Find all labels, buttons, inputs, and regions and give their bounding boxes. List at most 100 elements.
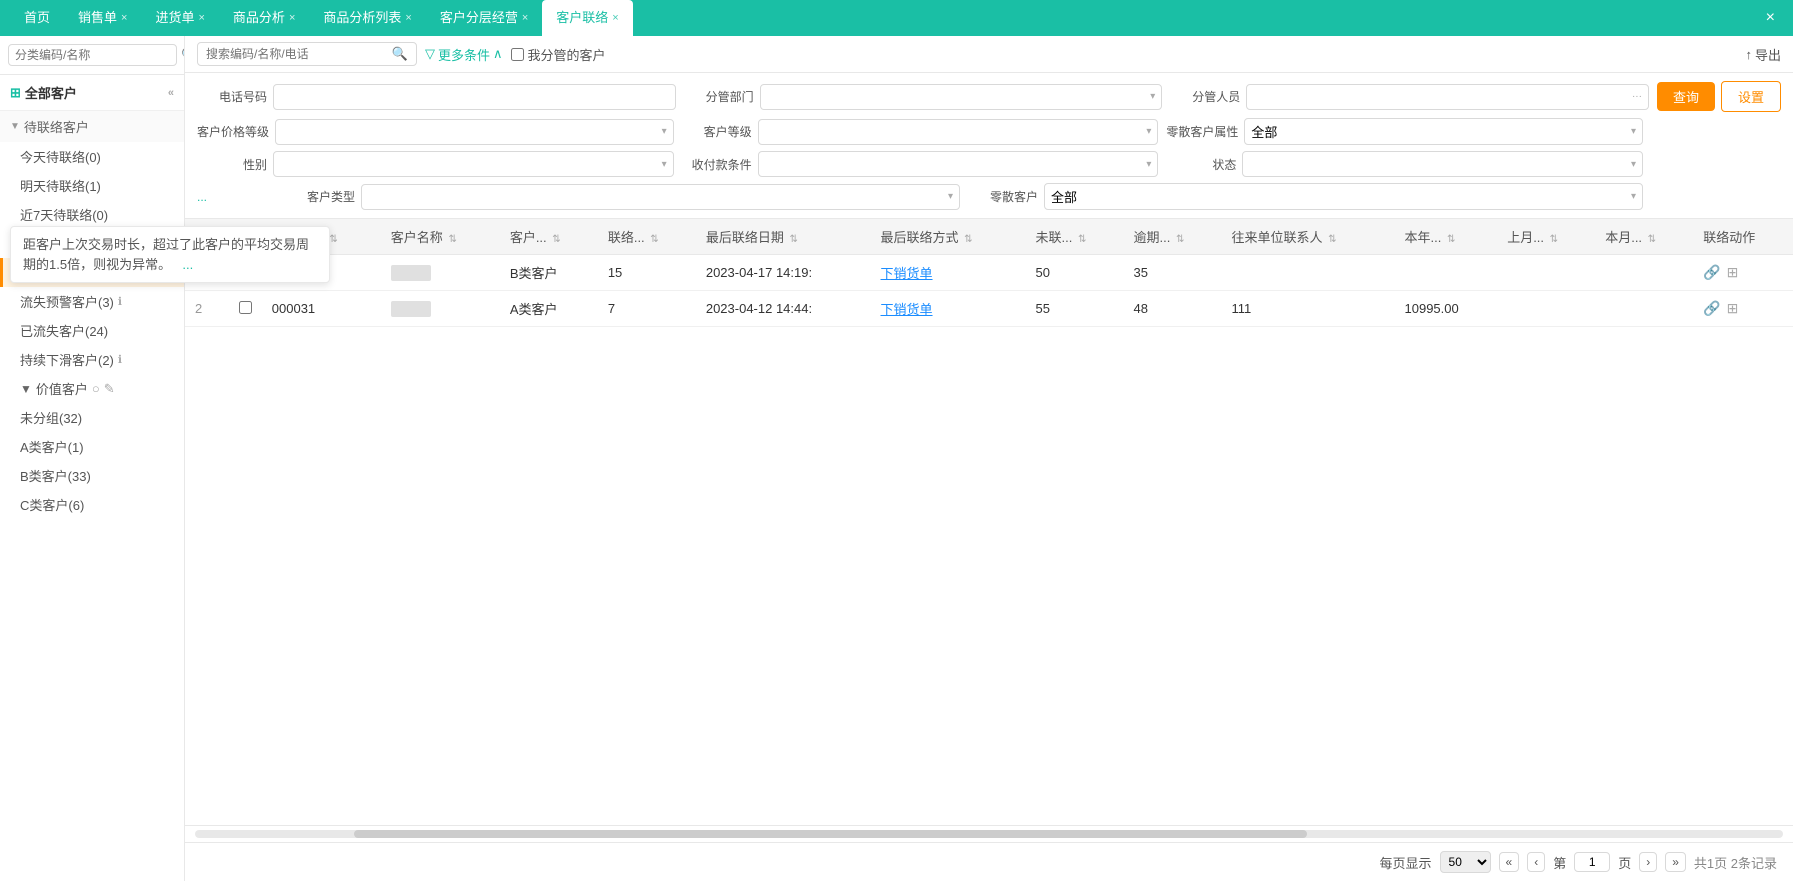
close-sales-tab[interactable]: × xyxy=(121,0,127,36)
contact-icon[interactable]: 🔗 xyxy=(1703,264,1720,281)
filter-customer-level: 客户等级 ▾ xyxy=(682,119,1159,145)
sidebar-collapse-button[interactable]: « xyxy=(168,87,174,99)
sort-code-icon[interactable]: ⇅ xyxy=(329,234,337,245)
close-purchase-tab[interactable]: × xyxy=(198,0,204,36)
payment-select[interactable]: ▾ xyxy=(758,151,1159,177)
last-page-button[interactable]: » xyxy=(1665,852,1686,872)
next-page-button[interactable]: › xyxy=(1639,852,1657,872)
tab-analysis-list[interactable]: 商品分析列表 × xyxy=(309,0,425,36)
filter-payment: 收付款条件 ▾ xyxy=(682,151,1159,177)
sidebar-item-b-class[interactable]: B类客户(33) xyxy=(0,461,184,490)
sort-partner-icon[interactable]: ⇅ xyxy=(1328,234,1336,245)
manager-select[interactable]: ··· xyxy=(1246,84,1649,110)
price-level-select[interactable]: ▾ xyxy=(275,119,674,145)
sidebar-item-declining[interactable]: 持续下滑客户(2) ℹ xyxy=(0,345,184,374)
sidebar-item-week[interactable]: 近7天待联络(0) xyxy=(0,200,184,229)
tab-purchase[interactable]: 进货单 × xyxy=(141,0,218,36)
my-customer-checkbox[interactable] xyxy=(511,48,524,61)
cell-pending: 50 xyxy=(1026,255,1124,291)
customer-type-select[interactable]: ▾ xyxy=(361,184,960,210)
prev-page-button[interactable]: ‹ xyxy=(1527,852,1545,872)
export-button[interactable]: ↑ 导出 xyxy=(1745,45,1781,64)
sort-this-year-icon[interactable]: ⇅ xyxy=(1447,234,1455,245)
tooltip-more-btn[interactable]: ... xyxy=(182,257,193,272)
sidebar-item-a-class[interactable]: A类客户(1) xyxy=(0,432,184,461)
more-conditions-btn[interactable]: ▽ 更多条件 ∧ xyxy=(425,45,503,64)
cell-checkbox[interactable] xyxy=(229,291,262,327)
chevron-down-icon: ∧ xyxy=(493,46,503,62)
search-input-icon[interactable]: 🔍 xyxy=(392,46,408,62)
page-number-input[interactable] xyxy=(1574,852,1610,872)
table-row: 1 000039 B类客户 15 2023-04-17 14:19: 下销货单 … xyxy=(185,255,1793,291)
close-customer-contact-tab[interactable]: × xyxy=(612,0,618,36)
filter-bar-top: 🔍 ▽ 更多条件 ∧ 我分管的客户 ↑ 导出 xyxy=(185,36,1793,73)
last-method-link[interactable]: 下销货单 xyxy=(881,266,933,281)
sidebar-item-lost-risk[interactable]: 流失预警客户(3) ℹ xyxy=(0,287,184,316)
contact-icon[interactable]: 🔗 xyxy=(1703,300,1720,317)
sidebar-item-c-class[interactable]: C类客户(6) xyxy=(0,490,184,519)
retail-customer-arrow: ▾ xyxy=(1631,191,1636,202)
sidebar-search-bar: 🔍 xyxy=(0,36,184,75)
tab-sales[interactable]: 销售单 × xyxy=(64,0,141,36)
sort-name-icon[interactable]: ⇅ xyxy=(448,234,456,245)
sort-this-month-icon[interactable]: ⇅ xyxy=(1648,234,1656,245)
more-action-icon[interactable]: ⊞ xyxy=(1727,264,1739,281)
col-name: 客户名称 ⇅ xyxy=(381,219,500,255)
cell-this-month xyxy=(1595,255,1693,291)
sort-last-method-icon[interactable]: ⇅ xyxy=(964,234,972,245)
tab-customer-mgmt[interactable]: 客户分层经营 × xyxy=(426,0,542,36)
col-this-year: 本年... ⇅ xyxy=(1395,219,1498,255)
sort-last-month-icon[interactable]: ⇅ xyxy=(1550,234,1558,245)
page-size-select[interactable]: 50 100 200 xyxy=(1440,851,1491,873)
sidebar-group-pending[interactable]: ▼ 待联络客户 xyxy=(0,111,184,142)
last-method-link[interactable]: 下销货单 xyxy=(881,302,933,317)
branch-select[interactable]: ▾ xyxy=(760,84,1163,110)
sort-type-icon[interactable]: ⇅ xyxy=(552,234,560,245)
close-analysis-list-tab[interactable]: × xyxy=(405,0,411,36)
scrollbar-thumb[interactable] xyxy=(354,830,1307,838)
check-icon[interactable]: ✎ xyxy=(104,381,115,397)
my-customer-checkbox-wrap[interactable]: 我分管的客户 xyxy=(511,45,606,64)
cell-name xyxy=(381,255,500,291)
value-customer-group: ▼ 价值客户 ○ ✎ xyxy=(0,374,184,403)
cell-overdue: 48 xyxy=(1124,291,1222,327)
edit-icon[interactable]: ○ xyxy=(92,381,100,396)
cell-last-method[interactable]: 下销货单 xyxy=(871,291,1026,327)
settings-button[interactable]: 设置 xyxy=(1721,81,1781,112)
horizontal-scrollbar[interactable] xyxy=(195,830,1783,838)
tab-analysis[interactable]: 商品分析 × xyxy=(219,0,309,36)
first-page-button[interactable]: « xyxy=(1499,852,1520,872)
sidebar-item-ungroup[interactable]: 未分组(32) xyxy=(0,403,184,432)
col-overdue: 逾期... ⇅ xyxy=(1124,219,1222,255)
payment-arrow: ▾ xyxy=(1146,159,1151,170)
search-input[interactable] xyxy=(206,47,388,61)
tab-home[interactable]: 首页 xyxy=(10,0,64,36)
sidebar-item-tomorrow[interactable]: 明天待联络(1) xyxy=(0,171,184,200)
gender-select[interactable]: ▾ xyxy=(273,151,674,177)
retail-customer-select[interactable]: 全部 ▾ xyxy=(1044,183,1643,210)
cell-last-date: 2023-04-17 14:19: xyxy=(696,255,871,291)
sort-last-date-icon[interactable]: ⇅ xyxy=(789,234,797,245)
phone-input[interactable] xyxy=(273,84,676,110)
window-close-button[interactable]: × xyxy=(1758,9,1783,27)
sort-overdue-icon[interactable]: ⇅ xyxy=(1176,234,1184,245)
cell-code: 000031 xyxy=(262,291,381,327)
gender-arrow: ▾ xyxy=(662,159,667,170)
tab-customer-contact[interactable]: 客户联络 × xyxy=(542,0,632,36)
more-action-icon[interactable]: ⊞ xyxy=(1727,300,1739,317)
query-button[interactable]: 查询 xyxy=(1657,82,1715,111)
sidebar-item-today[interactable]: 今天待联络(0) xyxy=(0,142,184,171)
sidebar-item-lost[interactable]: 已流失客户(24) xyxy=(0,316,184,345)
more-filter-btn[interactable]: ... xyxy=(197,190,207,204)
row-checkbox[interactable] xyxy=(239,301,252,314)
cell-last-method[interactable]: 下销货单 xyxy=(871,255,1026,291)
cell-pending: 55 xyxy=(1026,291,1124,327)
sort-pending-icon[interactable]: ⇅ xyxy=(1078,234,1086,245)
sort-contacts-icon[interactable]: ⇅ xyxy=(650,234,658,245)
close-analysis-tab[interactable]: × xyxy=(289,0,295,36)
retail-attr-select[interactable]: 全部 ▾ xyxy=(1244,118,1643,145)
customer-level-select[interactable]: ▾ xyxy=(758,119,1159,145)
close-customer-mgmt-tab[interactable]: × xyxy=(522,0,528,36)
status-select[interactable]: ▾ xyxy=(1242,151,1643,177)
sidebar-search-input[interactable] xyxy=(8,44,177,66)
